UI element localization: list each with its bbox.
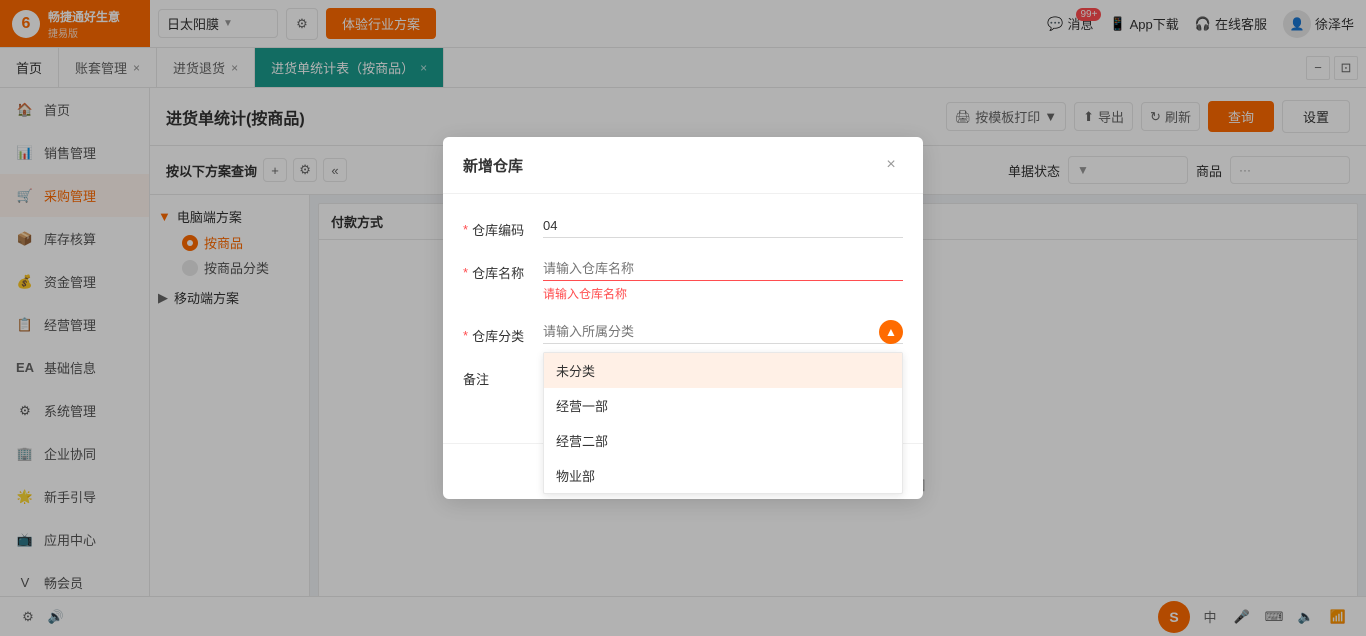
code-input[interactable] xyxy=(543,214,903,238)
dialog-body: * 仓库编码 * 仓库名称 请输入仓库名称 xyxy=(443,194,923,443)
dialog-overlay: 新增仓库 × * 仓库编码 * 仓库名称 xyxy=(0,0,1366,636)
form-row-code: * 仓库编码 xyxy=(463,214,903,239)
dialog-new-warehouse: 新增仓库 × * 仓库编码 * 仓库名称 xyxy=(443,137,923,499)
form-row-category: * 仓库分类 ▲ 未分类 经营一部 经营二部 物业部 xyxy=(463,320,903,345)
dialog-close-btn[interactable]: × xyxy=(879,153,903,177)
dropdown-item-uncategorized[interactable]: 未分类 xyxy=(544,353,902,388)
notes-label: 备注 xyxy=(463,363,543,388)
dropdown-item-property[interactable]: 物业部 xyxy=(544,458,902,493)
form-row-name: * 仓库名称 请输入仓库名称 xyxy=(463,257,903,302)
category-dropdown-btn[interactable]: ▲ xyxy=(879,320,903,344)
category-label: * 仓库分类 xyxy=(463,320,543,345)
dropdown-item-dept2[interactable]: 经营二部 xyxy=(544,423,902,458)
name-error-msg: 请输入仓库名称 xyxy=(543,285,903,302)
code-label: * 仓库编码 xyxy=(463,214,543,239)
code-control xyxy=(543,214,903,238)
category-control: ▲ 未分类 经营一部 经营二部 物业部 xyxy=(543,320,903,344)
dialog-title: 新增仓库 xyxy=(463,155,523,176)
name-input[interactable] xyxy=(543,257,903,281)
name-control: 请输入仓库名称 xyxy=(543,257,903,302)
category-input[interactable] xyxy=(543,320,903,344)
name-label: * 仓库名称 xyxy=(463,257,543,282)
category-dropdown: 未分类 经营一部 经营二部 物业部 xyxy=(543,352,903,494)
dialog-header: 新增仓库 × xyxy=(443,137,923,194)
dropdown-item-dept1[interactable]: 经营一部 xyxy=(544,388,902,423)
